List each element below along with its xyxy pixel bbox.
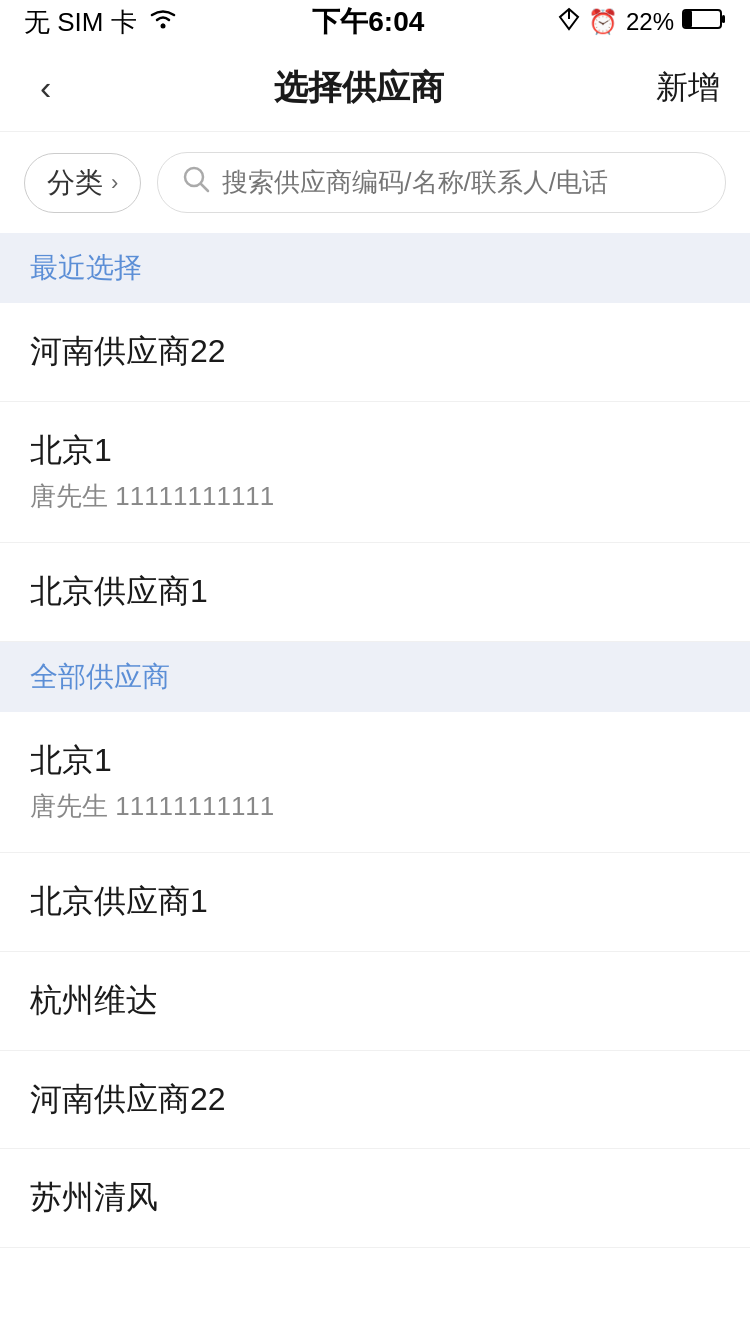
all-items-list: 北京1 唐先生 11111111111 北京供应商1 杭州维达 河南供应商22 …	[0, 712, 750, 1248]
category-label: 分类	[47, 164, 103, 202]
list-item[interactable]: 北京供应商1	[0, 853, 750, 952]
back-button[interactable]: ‹	[30, 58, 61, 117]
item-name: 苏州清风	[30, 1177, 720, 1219]
chevron-right-icon: ›	[111, 170, 118, 196]
list-item[interactable]: 北京1 唐先生 11111111111	[0, 712, 750, 854]
item-sub: 唐先生 11111111111	[30, 789, 720, 824]
page-title: 选择供应商	[274, 65, 444, 111]
recent-section-label: 最近选择	[30, 252, 142, 283]
battery-text: 22%	[626, 8, 674, 36]
item-name: 北京供应商1	[30, 571, 720, 613]
filter-row: 分类 ›	[0, 132, 750, 233]
all-section-label: 全部供应商	[30, 661, 170, 692]
list-item[interactable]: 杭州维达	[0, 952, 750, 1051]
add-button[interactable]: 新增	[656, 66, 720, 110]
item-name: 河南供应商22	[30, 331, 720, 373]
no-sim-text: 无 SIM 卡	[24, 5, 137, 40]
svg-point-0	[160, 23, 165, 28]
item-sub: 唐先生 11111111111	[30, 479, 720, 514]
status-right: ⏰ 22%	[558, 7, 726, 37]
item-name: 北京1	[30, 430, 720, 472]
item-name: 北京供应商1	[30, 881, 720, 923]
list-item[interactable]: 河南供应商22	[0, 303, 750, 402]
status-bar: 无 SIM 卡 下午6:04 ⏰ 22%	[0, 0, 750, 44]
search-input[interactable]	[222, 167, 701, 198]
recent-section-header: 最近选择	[0, 233, 750, 303]
item-name: 北京1	[30, 740, 720, 782]
svg-line-5	[201, 184, 208, 191]
alarm-icon: ⏰	[588, 8, 618, 36]
svg-rect-3	[722, 15, 725, 23]
item-name: 河南供应商22	[30, 1079, 720, 1121]
search-box[interactable]	[157, 152, 726, 213]
search-icon	[182, 165, 210, 200]
list-item[interactable]: 苏州清风	[0, 1149, 750, 1248]
category-button[interactable]: 分类 ›	[24, 153, 141, 213]
all-section-header: 全部供应商	[0, 642, 750, 712]
status-time: 下午6:04	[312, 3, 424, 41]
nav-bar: ‹ 选择供应商 新增	[0, 44, 750, 132]
status-left: 无 SIM 卡	[24, 5, 179, 40]
item-name: 杭州维达	[30, 980, 720, 1022]
recent-items-list: 河南供应商22 北京1 唐先生 11111111111 北京供应商1	[0, 303, 750, 642]
svg-rect-2	[684, 11, 692, 27]
list-item[interactable]: 北京1 唐先生 11111111111	[0, 402, 750, 544]
wifi-icon	[147, 7, 179, 38]
list-item[interactable]: 北京供应商1	[0, 543, 750, 642]
location-icon	[558, 7, 580, 37]
battery-icon	[682, 8, 726, 36]
list-item[interactable]: 河南供应商22	[0, 1051, 750, 1150]
